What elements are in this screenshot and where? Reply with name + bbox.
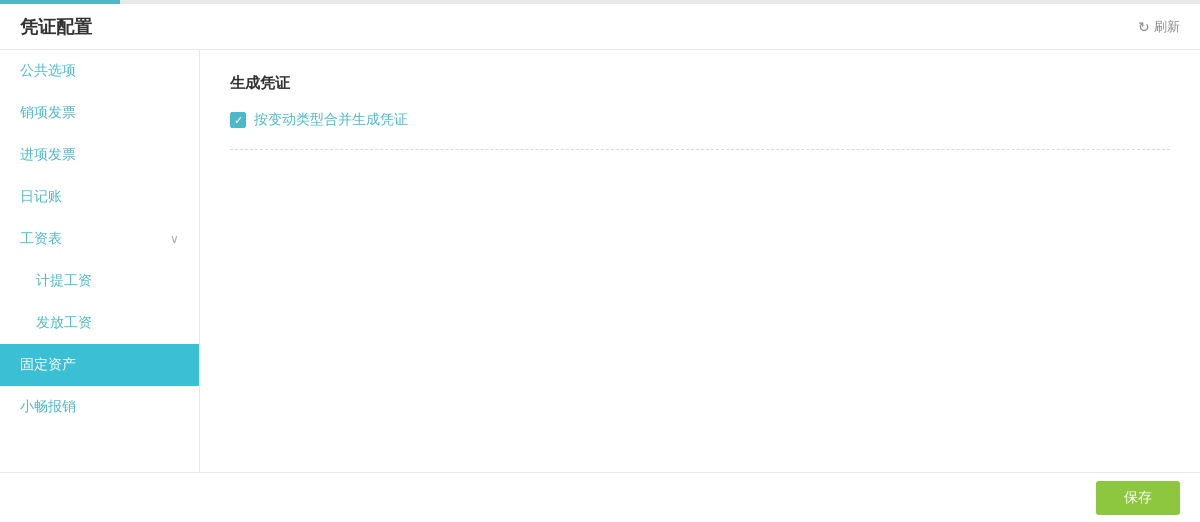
checkbox-row: 按变动类型合并生成凭证 (230, 111, 1170, 129)
sidebar-item-label: 小畅报销 (20, 398, 76, 416)
sidebar-item-label: 公共选项 (20, 62, 76, 80)
sidebar-item-label: 固定资产 (20, 356, 76, 374)
sidebar-item-public-options[interactable]: 公共选项 (0, 50, 199, 92)
sidebar-item-label: 进项发票 (20, 146, 76, 164)
sidebar-item-calc-salary[interactable]: 计提工资 (0, 260, 199, 302)
sidebar: 公共选项销项发票进项发票日记账工资表 ∨ 计提工资发放工资固定资产小畅报销 (0, 50, 200, 522)
main-content: 生成凭证 按变动类型合并生成凭证 (200, 50, 1200, 522)
sidebar-item-label: 发放工资 (36, 314, 92, 332)
save-button[interactable]: 保存 (1096, 481, 1180, 515)
sidebar-item-purchase-invoice[interactable]: 进项发票 (0, 134, 199, 176)
refresh-label: 刷新 (1154, 18, 1180, 36)
section-divider (230, 149, 1170, 150)
header: 凭证配置 ↻ 刷新 (0, 4, 1200, 50)
top-bar-active-indicator (0, 0, 120, 4)
sidebar-item-sales-invoice[interactable]: 销项发票 (0, 92, 199, 134)
sidebar-item-fixed-assets[interactable]: 固定资产 (0, 344, 199, 386)
sidebar-item-expense-claim[interactable]: 小畅报销 (0, 386, 199, 428)
refresh-icon: ↻ (1138, 19, 1150, 35)
refresh-button[interactable]: ↻ 刷新 (1138, 18, 1180, 36)
section-title: 生成凭证 (230, 74, 1170, 93)
page-title: 凭证配置 (20, 15, 92, 39)
sidebar-item-label: 销项发票 (20, 104, 76, 122)
sidebar-item-payroll-table[interactable]: 工资表 ∨ (0, 218, 199, 260)
sidebar-item-label: 计提工资 (36, 272, 92, 290)
merge-by-type-checkbox[interactable] (230, 112, 246, 128)
layout: 公共选项销项发票进项发票日记账工资表 ∨ 计提工资发放工资固定资产小畅报销 生成凭证… (0, 50, 1200, 522)
chevron-down-icon: ∨ (170, 232, 179, 246)
footer: 保存 (0, 472, 1200, 522)
top-bar (0, 0, 1200, 4)
sidebar-item-label: 日记账 (20, 188, 62, 206)
merge-by-type-label: 按变动类型合并生成凭证 (254, 111, 408, 129)
sidebar-item-journal[interactable]: 日记账 (0, 176, 199, 218)
sidebar-item-pay-salary[interactable]: 发放工资 (0, 302, 199, 344)
sidebar-item-label: 工资表 (20, 230, 62, 248)
